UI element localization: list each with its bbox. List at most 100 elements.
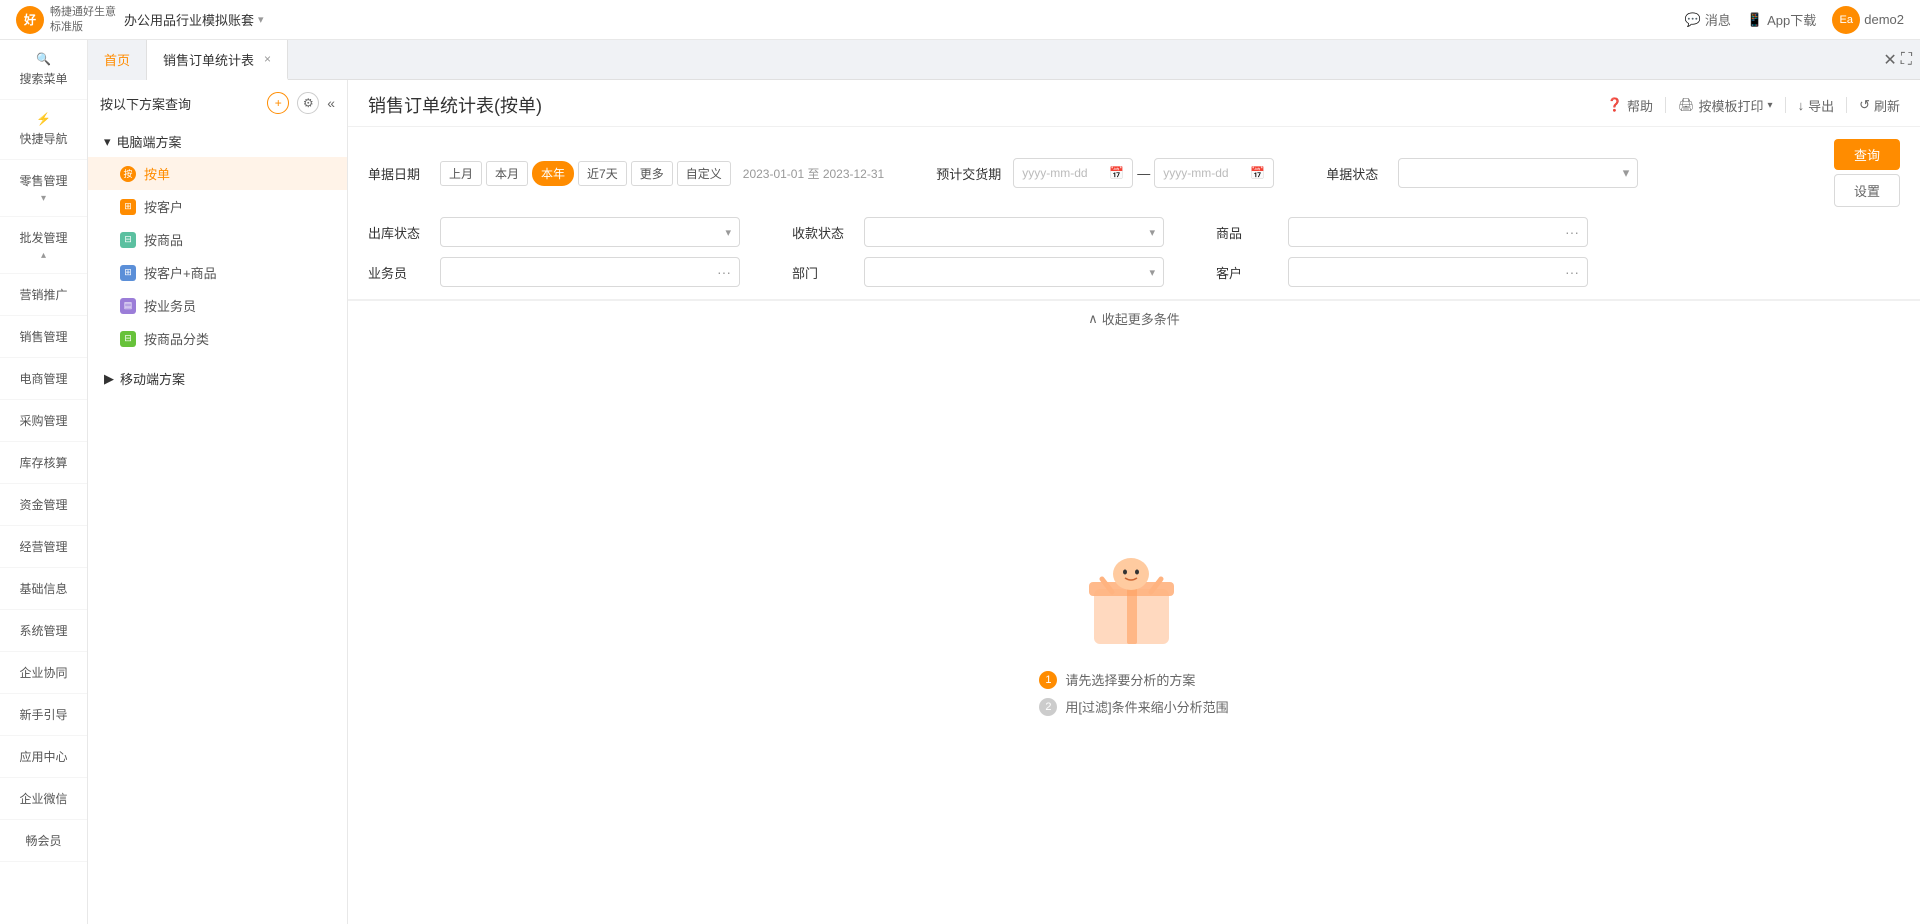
message-icon: 💬 — [1685, 12, 1701, 28]
empty-illustration — [1074, 544, 1194, 654]
sidebar-item-app-center[interactable]: 应用中心 — [0, 736, 87, 778]
customer-select[interactable]: ··· — [1288, 257, 1588, 287]
query-settings-group: 查询 设置 — [1834, 139, 1900, 207]
scheme-item-按业务员[interactable]: ▤ 按业务员 — [88, 289, 347, 322]
logo-area: 好 畅捷通好生意 标准版 — [16, 5, 116, 34]
goods-more-icon[interactable]: ··· — [1565, 224, 1579, 240]
tab-close-icon[interactable]: × — [264, 52, 271, 66]
avatar: Ea — [1832, 6, 1860, 34]
add-scheme-button[interactable]: + — [267, 92, 289, 114]
export-button[interactable]: ↓ 导出 — [1798, 96, 1835, 115]
calendar-end-icon: 📅 — [1250, 166, 1265, 180]
logo-text: 畅捷通好生意 标准版 — [50, 5, 116, 34]
shipping-status-select[interactable]: ▾ — [440, 217, 740, 247]
message-action[interactable]: 💬 消息 — [1685, 10, 1731, 29]
topbar-title[interactable]: 办公用品行业模拟账套 ▾ — [124, 10, 264, 29]
tab-sales-order-stats[interactable]: 销售订单统计表 × — [147, 40, 288, 80]
tab-home[interactable]: 首页 — [88, 40, 147, 80]
filter-row-1: 单据日期 上月 本月 本年 近7天 更多 自定义 2023-01-01 至 20… — [368, 139, 1900, 207]
goods-select[interactable]: ··· — [1288, 217, 1588, 247]
pc-section-arrow-icon: ▾ — [104, 134, 111, 150]
title-dropdown-icon: ▾ — [258, 13, 264, 26]
topbar-left: 好 畅捷通好生意 标准版 办公用品行业模拟账套 ▾ — [16, 5, 264, 34]
help-button[interactable]: ❓ 帮助 — [1607, 96, 1653, 115]
scheme-item-按客户商品[interactable]: ⊞ 按客户+商品 — [88, 256, 347, 289]
sidebar-item-marketing[interactable]: 营销推广 — [0, 274, 87, 316]
sidebar-item-finance[interactable]: 资金管理 — [0, 484, 87, 526]
sidebar-item-basic-info[interactable]: 基础信息 — [0, 568, 87, 610]
template-print-button[interactable]: 🖨 按模板打印 ▾ — [1678, 96, 1773, 115]
left-panel-collapse-button[interactable]: « — [327, 95, 335, 111]
help-icon: ❓ — [1607, 97, 1623, 113]
collapse-conditions-button[interactable]: ∧ 收起更多条件 — [1088, 309, 1180, 328]
expected-delivery-date-group: yyyy-mm-dd 📅 — yyyy-mm-dd 📅 — [1013, 158, 1274, 188]
page-actions: ❓ 帮助 🖨 按模板打印 ▾ ↓ 导出 — [1607, 96, 1900, 115]
salesperson-more-icon[interactable]: ··· — [717, 264, 731, 280]
phone-icon: 📱 — [1747, 12, 1763, 28]
sidebar-item-inventory[interactable]: 库存核算 — [0, 442, 87, 484]
topbar: 好 畅捷通好生意 标准版 办公用品行业模拟账套 ▾ 💬 消息 📱 App下载 E… — [0, 0, 1920, 40]
app-download-action[interactable]: 📱 App下载 — [1747, 10, 1816, 29]
shipping-caret-icon: ▾ — [725, 226, 731, 239]
date-btn-this-year[interactable]: 本年 — [532, 161, 574, 186]
left-panel: 按以下方案查询 + ⚙ « ▾ 电脑端方案 按 按单 — [88, 80, 348, 924]
sidebar-item-guide[interactable]: 新手引导 — [0, 694, 87, 736]
salesperson-select[interactable]: ··· — [440, 257, 740, 287]
scheme-item-按商品[interactable]: ⊟ 按商品 — [88, 223, 347, 256]
date-btn-last-month[interactable]: 上月 — [440, 161, 482, 186]
sidebar-item-wholesale[interactable]: 批发管理 ▴ — [0, 217, 87, 274]
actions-divider2 — [1785, 97, 1786, 113]
pc-section: ▾ 电脑端方案 按 按单 ⊞ 按客户 ⊟ — [88, 122, 347, 359]
logo-icon: 好 — [16, 6, 44, 34]
content-area: 首页 销售订单统计表 × ✕ ⛶ 按以下方案查询 + ⚙ — [88, 40, 1920, 924]
filter-row-2: 出库状态 ▾ 收款状态 ▾ 商品 ··· — [368, 217, 1900, 247]
date-range-text: 2023-01-01 至 2023-12-31 — [743, 165, 884, 182]
sidebar-item-system[interactable]: 系统管理 — [0, 610, 87, 652]
collapse-icon: ∧ — [1088, 311, 1098, 327]
customer-label: 客户 — [1216, 263, 1276, 282]
sidebar-item-ecommerce[interactable]: 电商管理 — [0, 358, 87, 400]
date-btn-more[interactable]: 更多 — [631, 161, 673, 186]
expected-delivery-start[interactable]: yyyy-mm-dd 📅 — [1013, 158, 1133, 188]
sidebar-item-sales[interactable]: 销售管理 — [0, 316, 87, 358]
empty-step-2: 2 用[过滤]条件来缩小分析范围 — [1039, 697, 1228, 716]
sidebar-item-wechat[interactable]: 企业微信 — [0, 778, 87, 820]
step-2-number: 2 — [1039, 698, 1057, 716]
date-btn-this-month[interactable]: 本月 — [486, 161, 528, 186]
settings-button[interactable]: 设置 — [1834, 174, 1900, 207]
sidebar-item-operation[interactable]: 经营管理 — [0, 526, 87, 568]
payment-status-select[interactable]: ▾ — [864, 217, 1164, 247]
sidebar-item-retail[interactable]: 零售管理 ▾ — [0, 160, 87, 217]
empty-text: 1 请先选择要分析的方案 2 用[过滤]条件来缩小分析范围 — [1039, 670, 1228, 716]
user-profile[interactable]: Ea demo2 — [1832, 6, 1904, 34]
department-select[interactable]: ▾ — [864, 257, 1164, 287]
mobile-section-parent[interactable]: ▶ 移动端方案 — [88, 363, 347, 394]
date-btn-last-7-days[interactable]: 近7天 — [578, 161, 627, 186]
bill-status-caret-icon: ▾ — [1623, 165, 1630, 181]
scheme-icon-按客户: ⊞ — [120, 199, 136, 215]
actions-divider — [1665, 97, 1666, 113]
sidebar-item-collaboration[interactable]: 企业协同 — [0, 652, 87, 694]
bill-status-select[interactable]: ▾ — [1398, 158, 1638, 188]
sidebar-item-membership[interactable]: 畅会员 — [0, 820, 87, 862]
scheme-settings-button[interactable]: ⚙ — [297, 92, 319, 114]
scheme-item-按单[interactable]: 按 按单 — [88, 157, 347, 190]
expected-delivery-end[interactable]: yyyy-mm-dd 📅 — [1154, 158, 1274, 188]
sidebar-item-search-menu[interactable]: 🔍 搜索菜单 — [0, 40, 87, 100]
scheme-item-按客户[interactable]: ⊞ 按客户 — [88, 190, 347, 223]
left-panel-title: 按以下方案查询 — [100, 94, 191, 113]
tab-bar-expand-icon[interactable]: ⛶ — [1901, 51, 1912, 69]
scheme-item-按商品分类[interactable]: ⊟ 按商品分类 — [88, 322, 347, 355]
retail-arrow-icon: ▾ — [41, 193, 46, 204]
sidebar-item-purchase[interactable]: 采购管理 — [0, 400, 87, 442]
refresh-button[interactable]: ↺ 刷新 — [1859, 96, 1900, 115]
customer-more-icon[interactable]: ··· — [1565, 264, 1579, 280]
date-btn-custom[interactable]: 自定义 — [677, 161, 731, 186]
department-label: 部门 — [792, 263, 852, 282]
goods-label: 商品 — [1216, 223, 1276, 242]
tab-bar-close-icon[interactable]: ✕ — [1883, 50, 1896, 70]
query-button[interactable]: 查询 — [1834, 139, 1900, 170]
template-print-caret-icon: ▾ — [1768, 100, 1773, 111]
sidebar-item-quick-nav[interactable]: ⚡ 快捷导航 — [0, 100, 87, 160]
pc-section-parent[interactable]: ▾ 电脑端方案 — [88, 126, 347, 157]
